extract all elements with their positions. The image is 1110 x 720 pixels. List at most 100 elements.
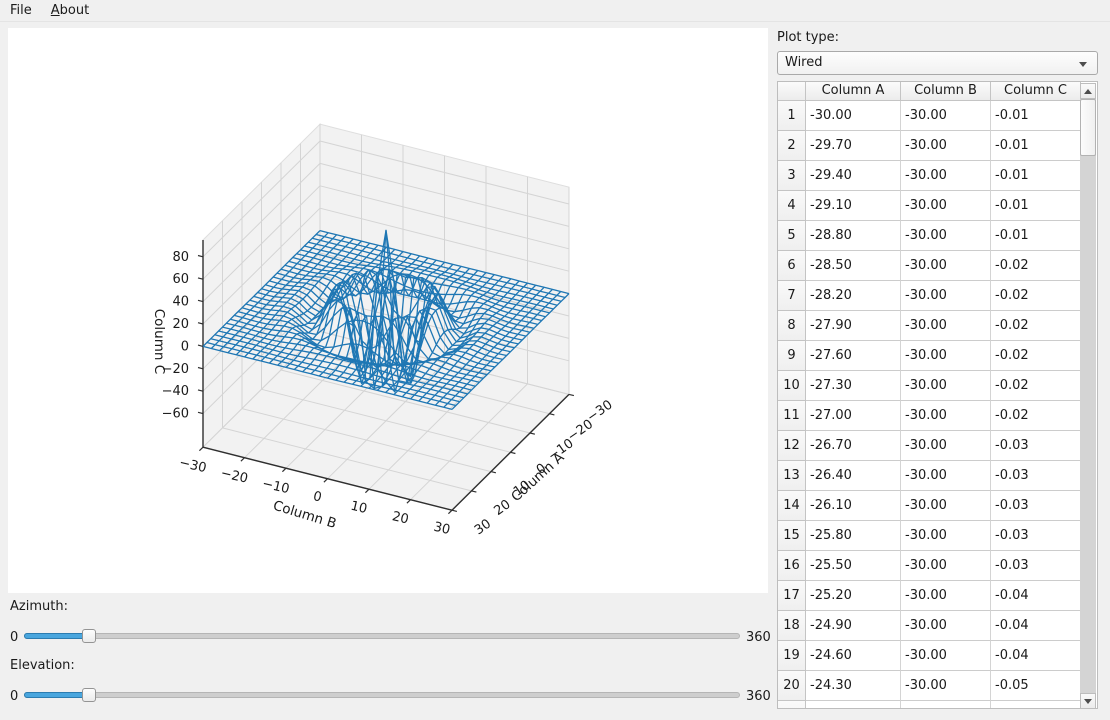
row-number-cell[interactable]: 20 bbox=[778, 671, 806, 701]
table-cell[interactable]: -0.02 bbox=[991, 281, 1081, 311]
table-cell[interactable]: -0.04 bbox=[991, 581, 1081, 611]
table-cell[interactable]: -26.70 bbox=[806, 431, 901, 461]
table-cell[interactable]: -0.03 bbox=[991, 491, 1081, 521]
table-row[interactable]: 3-29.40-30.00-0.01 bbox=[778, 161, 1097, 191]
table-cell[interactable]: -30.00 bbox=[901, 641, 991, 671]
table-cell[interactable]: -30.00 bbox=[806, 101, 901, 131]
table-row[interactable]: 10-27.30-30.00-0.02 bbox=[778, 371, 1097, 401]
row-number-cell[interactable]: 12 bbox=[778, 431, 806, 461]
row-number-cell[interactable]: 11 bbox=[778, 401, 806, 431]
table-row[interactable]: 9-27.60-30.00-0.02 bbox=[778, 341, 1097, 371]
table-row[interactable]: 14-26.10-30.00-0.03 bbox=[778, 491, 1097, 521]
table-cell[interactable]: -24.90 bbox=[806, 611, 901, 641]
elevation-slider-handle[interactable] bbox=[82, 688, 96, 702]
table-cell[interactable]: -30.00 bbox=[901, 311, 991, 341]
scrollbar-thumb[interactable] bbox=[1080, 99, 1096, 156]
row-number-cell[interactable]: 5 bbox=[778, 221, 806, 251]
table-cell[interactable]: -0.02 bbox=[991, 311, 1081, 341]
table-cell[interactable]: -30.00 bbox=[901, 221, 991, 251]
table-cell[interactable]: -27.60 bbox=[806, 341, 901, 371]
table-cell[interactable]: -30.00 bbox=[901, 461, 991, 491]
table-row[interactable]: 15-25.80-30.00-0.03 bbox=[778, 521, 1097, 551]
row-number-cell[interactable] bbox=[778, 701, 806, 709]
table-row[interactable]: 16-25.50-30.00-0.03 bbox=[778, 551, 1097, 581]
table-cell[interactable]: -30.00 bbox=[901, 491, 991, 521]
elevation-slider-track[interactable] bbox=[24, 692, 740, 698]
column-header-c[interactable]: Column C bbox=[991, 82, 1081, 101]
table-row[interactable]: 20-24.30-30.00-0.05 bbox=[778, 671, 1097, 701]
row-number-cell[interactable]: 9 bbox=[778, 341, 806, 371]
menu-about[interactable]: About bbox=[42, 1, 98, 21]
row-number-cell[interactable]: 17 bbox=[778, 581, 806, 611]
table-cell[interactable]: -29.10 bbox=[806, 191, 901, 221]
table-row[interactable]: 13-26.40-30.00-0.03 bbox=[778, 461, 1097, 491]
table-cell[interactable]: -27.30 bbox=[806, 371, 901, 401]
table-cell[interactable]: -0.03 bbox=[991, 461, 1081, 491]
row-number-cell[interactable]: 6 bbox=[778, 251, 806, 281]
table-cell[interactable]: -28.50 bbox=[806, 251, 901, 281]
table-cell[interactable]: -30.00 bbox=[901, 251, 991, 281]
scroll-down-button[interactable] bbox=[1080, 693, 1096, 709]
table-cell[interactable]: -0.01 bbox=[991, 131, 1081, 161]
table-cell[interactable]: -30.00 bbox=[901, 521, 991, 551]
table-row[interactable]: 17-25.20-30.00-0.04 bbox=[778, 581, 1097, 611]
table-row[interactable]: 19-24.60-30.00-0.04 bbox=[778, 641, 1097, 671]
table-cell[interactable]: -27.90 bbox=[806, 311, 901, 341]
table-row[interactable]: 6-28.50-30.00-0.02 bbox=[778, 251, 1097, 281]
plot-type-select[interactable]: Wired bbox=[777, 51, 1098, 75]
table-cell[interactable]: -25.50 bbox=[806, 551, 901, 581]
table-cell[interactable]: -26.10 bbox=[806, 491, 901, 521]
table-cell[interactable]: -30.00 bbox=[901, 611, 991, 641]
table-cell[interactable]: -0.02 bbox=[991, 251, 1081, 281]
table-cell[interactable]: -30.00 bbox=[901, 281, 991, 311]
table-cell[interactable] bbox=[806, 701, 901, 709]
table-cell[interactable]: -0.02 bbox=[991, 401, 1081, 431]
menu-file[interactable]: File bbox=[1, 1, 41, 21]
row-number-cell[interactable]: 3 bbox=[778, 161, 806, 191]
column-header-b[interactable]: Column B bbox=[901, 82, 991, 101]
table-cell[interactable]: -30.00 bbox=[901, 341, 991, 371]
azimuth-slider-track[interactable] bbox=[24, 633, 740, 639]
table-cell[interactable]: -0.02 bbox=[991, 341, 1081, 371]
table-row[interactable]: 11-27.00-30.00-0.02 bbox=[778, 401, 1097, 431]
table-cell[interactable]: -0.01 bbox=[991, 221, 1081, 251]
table-cell[interactable]: -29.70 bbox=[806, 131, 901, 161]
table-cell[interactable]: -26.40 bbox=[806, 461, 901, 491]
table-cell[interactable]: -25.20 bbox=[806, 581, 901, 611]
table-cell[interactable] bbox=[901, 701, 991, 709]
row-number-cell[interactable]: 2 bbox=[778, 131, 806, 161]
table-cell[interactable]: -0.04 bbox=[991, 611, 1081, 641]
row-number-cell[interactable]: 18 bbox=[778, 611, 806, 641]
row-number-cell[interactable]: 16 bbox=[778, 551, 806, 581]
table-cell[interactable]: -0.01 bbox=[991, 101, 1081, 131]
table-cell[interactable] bbox=[991, 701, 1081, 709]
azimuth-slider-handle[interactable] bbox=[82, 629, 96, 643]
table-cell[interactable]: -0.03 bbox=[991, 431, 1081, 461]
table-cell[interactable]: -30.00 bbox=[901, 101, 991, 131]
table-row-partial[interactable] bbox=[778, 701, 1097, 709]
azimuth-slider[interactable] bbox=[24, 629, 740, 643]
row-number-cell[interactable]: 1 bbox=[778, 101, 806, 131]
table-row[interactable]: 1-30.00-30.00-0.01 bbox=[778, 101, 1097, 131]
table-cell[interactable]: -25.80 bbox=[806, 521, 901, 551]
table-row[interactable]: 7-28.20-30.00-0.02 bbox=[778, 281, 1097, 311]
row-number-cell[interactable]: 14 bbox=[778, 491, 806, 521]
table-cell[interactable]: -27.00 bbox=[806, 401, 901, 431]
table-cell[interactable]: -0.01 bbox=[991, 161, 1081, 191]
row-number-cell[interactable]: 15 bbox=[778, 521, 806, 551]
table-row[interactable]: 8-27.90-30.00-0.02 bbox=[778, 311, 1097, 341]
table-cell[interactable]: -30.00 bbox=[901, 431, 991, 461]
table-cell[interactable]: -0.03 bbox=[991, 551, 1081, 581]
row-number-cell[interactable]: 19 bbox=[778, 641, 806, 671]
table-cell[interactable]: -30.00 bbox=[901, 371, 991, 401]
table-cell[interactable]: -0.04 bbox=[991, 641, 1081, 671]
table-cell[interactable]: -0.01 bbox=[991, 191, 1081, 221]
table-row[interactable]: 18-24.90-30.00-0.04 bbox=[778, 611, 1097, 641]
table-cell[interactable]: -0.05 bbox=[991, 671, 1081, 701]
table-cell[interactable]: -30.00 bbox=[901, 131, 991, 161]
table-cell[interactable]: -24.60 bbox=[806, 641, 901, 671]
table-cell[interactable]: -30.00 bbox=[901, 401, 991, 431]
table-cell[interactable]: -30.00 bbox=[901, 191, 991, 221]
table-scrollbar[interactable] bbox=[1080, 83, 1096, 709]
table-cell[interactable]: -29.40 bbox=[806, 161, 901, 191]
